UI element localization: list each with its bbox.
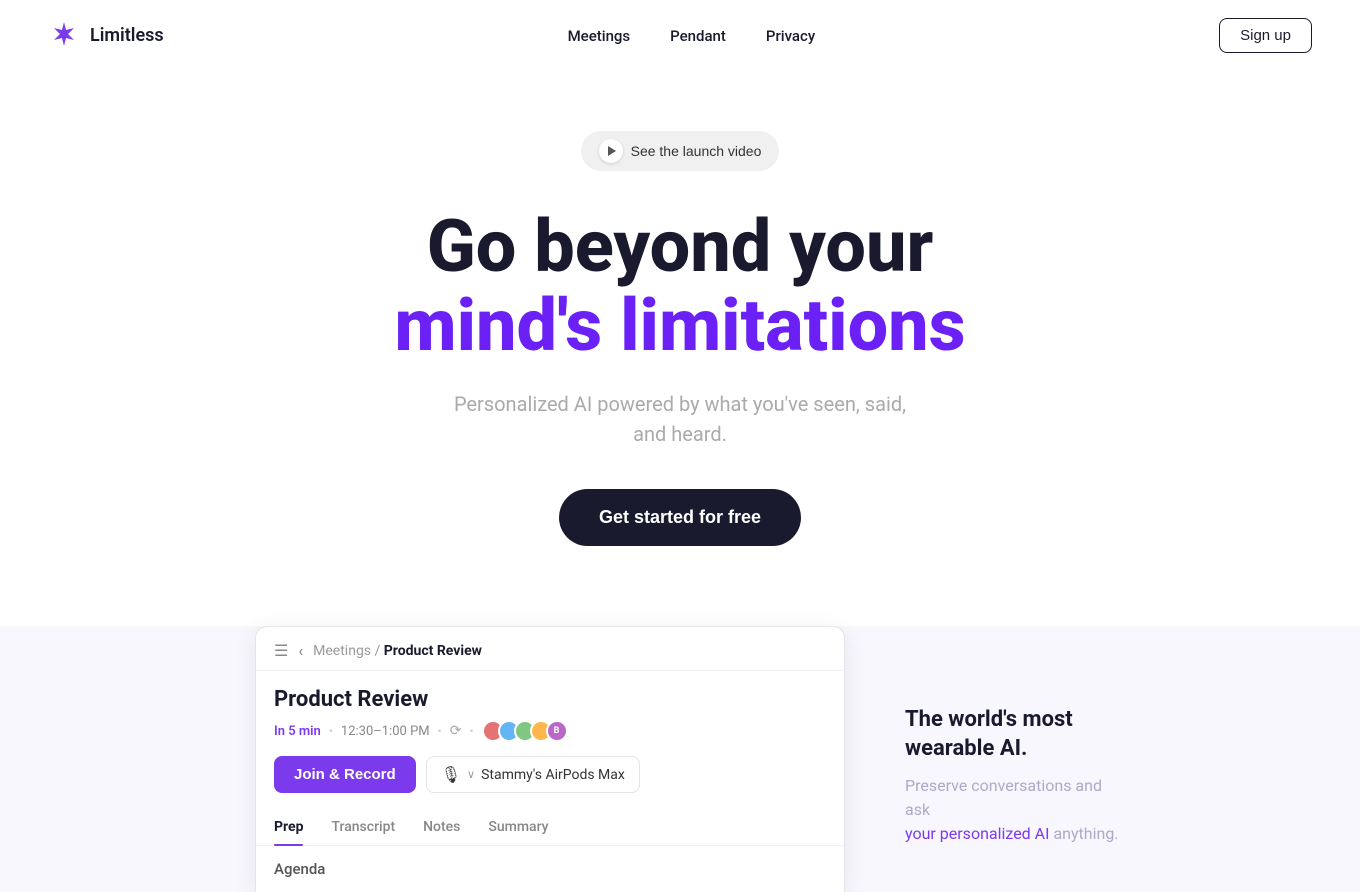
avatar-5: B bbox=[546, 720, 568, 742]
nav-links: Meetings Pendant Privacy bbox=[568, 26, 816, 45]
time-badge: In 5 min bbox=[274, 724, 321, 739]
logo-text: Limitless bbox=[90, 25, 164, 46]
mic-label: Stammy's AirPods Max bbox=[481, 767, 625, 783]
cta-button[interactable]: Get started for free bbox=[559, 489, 801, 546]
hero-title: Go beyond your mind's limitations bbox=[394, 207, 965, 365]
back-icon[interactable]: ‹ bbox=[298, 641, 303, 660]
mic-selector[interactable]: 🎙 ∨ Stammy's AirPods Max bbox=[426, 756, 640, 793]
hero-section: See the launch video Go beyond your mind… bbox=[0, 71, 1360, 626]
hamburger-icon[interactable]: ☰ bbox=[274, 641, 288, 660]
side-text-highlight: your personalized AI bbox=[905, 824, 1049, 843]
nav-link-privacy[interactable]: Privacy bbox=[766, 27, 815, 45]
preview-text-main: The world's most wearable AI. bbox=[905, 706, 1125, 763]
refresh-icon[interactable]: ⟳ bbox=[450, 723, 462, 739]
tab-summary[interactable]: Summary bbox=[488, 809, 548, 845]
agenda-section: Agenda bbox=[256, 846, 844, 892]
join-record-button[interactable]: Join & Record bbox=[274, 756, 416, 793]
breadcrumb-current: Product Review bbox=[384, 643, 482, 659]
tab-notes[interactable]: Notes bbox=[423, 809, 460, 845]
meta-dot-1: • bbox=[329, 724, 333, 738]
preview-text: The world's most wearable AI. Preserve c… bbox=[845, 626, 1185, 885]
play-icon bbox=[599, 139, 623, 163]
nav-link-pendant[interactable]: Pendant bbox=[670, 27, 726, 45]
preview-section: ☰ ‹ Meetings / Product Review Product Re… bbox=[0, 626, 1360, 892]
meta-dot-3: • bbox=[469, 724, 473, 738]
launch-video-button[interactable]: See the launch video bbox=[581, 131, 780, 171]
hero-subtitle: Personalized AI powered by what you've s… bbox=[440, 389, 920, 449]
app-window: ☰ ‹ Meetings / Product Review Product Re… bbox=[255, 626, 845, 892]
side-text-sub-part2: your personalized AI anything. bbox=[905, 824, 1119, 843]
signup-button[interactable]: Sign up bbox=[1219, 18, 1312, 53]
logo-link[interactable]: Limitless bbox=[48, 20, 164, 52]
logo-icon bbox=[48, 20, 80, 52]
avatar-group: B bbox=[482, 720, 568, 742]
meeting-title: Product Review bbox=[256, 671, 844, 720]
meta-dot-2: • bbox=[438, 724, 442, 738]
play-triangle bbox=[608, 146, 616, 156]
side-text-sub-end: anything. bbox=[1053, 824, 1118, 843]
side-text-sub-part1: Preserve conversations and ask bbox=[905, 776, 1102, 819]
meeting-meta: In 5 min • 12:30–1:00 PM • ⟳ • B bbox=[256, 720, 844, 756]
launch-video-label: See the launch video bbox=[631, 143, 762, 159]
chevron-down-icon: ∨ bbox=[467, 768, 475, 781]
nav-link-meetings[interactable]: Meetings bbox=[568, 27, 631, 45]
mic-icon: 🎙 bbox=[441, 765, 461, 784]
breadcrumb: Meetings / Product Review bbox=[313, 643, 482, 659]
breadcrumb-base: Meetings / bbox=[313, 643, 380, 659]
navbar: Limitless Meetings Pendant Privacy Sign … bbox=[0, 0, 1360, 71]
time-range: 12:30–1:00 PM bbox=[341, 724, 430, 739]
preview-text-sub: Preserve conversations and ask your pers… bbox=[905, 774, 1125, 846]
app-actions: Join & Record 🎙 ∨ Stammy's AirPods Max bbox=[256, 756, 844, 809]
tab-transcript[interactable]: Transcript bbox=[331, 809, 395, 845]
app-tabs: Prep Transcript Notes Summary bbox=[256, 809, 844, 846]
app-topbar: ☰ ‹ Meetings / Product Review bbox=[256, 627, 844, 671]
hero-title-line1: Go beyond your bbox=[394, 207, 965, 286]
agenda-label: Agenda bbox=[274, 860, 325, 878]
hero-title-line2: mind's limitations bbox=[394, 286, 965, 365]
tab-prep[interactable]: Prep bbox=[274, 809, 303, 845]
